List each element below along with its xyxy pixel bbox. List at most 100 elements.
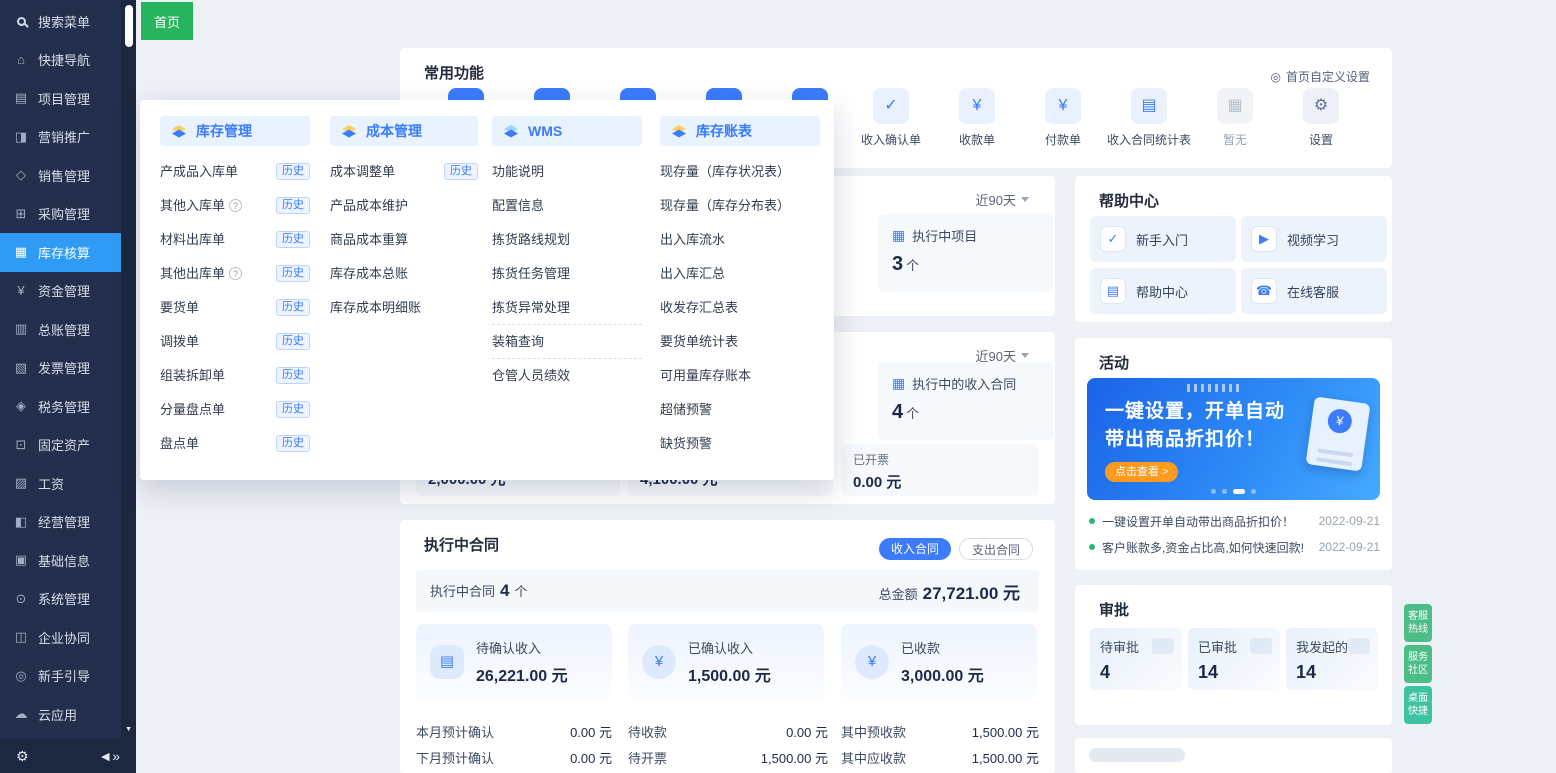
app-payment[interactable]: ¥ 付款单 bbox=[1018, 88, 1108, 148]
menu-item[interactable]: 要货单统计表 bbox=[660, 325, 820, 359]
confirmed-income-card[interactable]: ¥ 已确认收入1,500.00 元 bbox=[628, 624, 824, 700]
service-hotline-button[interactable]: 客服热线 bbox=[1404, 604, 1432, 642]
scrollbar-down-icon[interactable]: ▼ bbox=[125, 726, 132, 733]
history-badge[interactable]: 历史 bbox=[276, 197, 310, 214]
gear-icon[interactable]: ⚙ bbox=[16, 748, 29, 765]
carousel-dot[interactable] bbox=[1251, 489, 1256, 494]
menu-item[interactable]: 盘点单历史 bbox=[160, 427, 310, 461]
sidebar-item-sales[interactable]: ◇ 销售管理 bbox=[0, 156, 121, 195]
help-item-online-service[interactable]: ☎ 在线客服 bbox=[1241, 268, 1387, 314]
history-badge[interactable]: 历史 bbox=[276, 401, 310, 418]
carousel-dot[interactable] bbox=[1211, 489, 1216, 494]
sidebar-item-assets[interactable]: ⊡ 固定资产 bbox=[0, 426, 121, 465]
carousel-dot-active[interactable] bbox=[1233, 489, 1245, 494]
sidebar-item-invoice[interactable]: ▧ 发票管理 bbox=[0, 349, 121, 388]
menu-group-wms[interactable]: WMS bbox=[492, 116, 642, 146]
sidebar-item-quicknav[interactable]: ⌂ 快捷导航 bbox=[0, 41, 121, 80]
service-community-button[interactable]: 服务社区 bbox=[1404, 645, 1432, 683]
running-projects-stat[interactable]: ▦ 执行中项目 3个 bbox=[878, 214, 1054, 292]
running-income-contracts-stat[interactable]: ▦ 执行中的收入合同 4个 bbox=[878, 362, 1054, 440]
news-item[interactable]: 一键设置开单自动带出商品折扣价！ 2022-09-21 bbox=[1089, 512, 1380, 530]
menu-item[interactable]: 收发存汇总表 bbox=[660, 291, 820, 325]
carousel-dot[interactable] bbox=[1222, 489, 1227, 494]
tab-income-contract[interactable]: 收入合同 bbox=[879, 538, 951, 560]
menu-item[interactable]: 装箱查询 bbox=[492, 325, 642, 359]
app-income-confirm[interactable]: ✓ 收入确认单 bbox=[846, 88, 936, 148]
sidebar-item-guide[interactable]: ◎ 新手引导 bbox=[0, 657, 121, 696]
help-icon[interactable]: ? bbox=[229, 267, 242, 280]
menu-item[interactable]: 成本调整单历史 bbox=[330, 155, 478, 189]
history-badge[interactable]: 历史 bbox=[276, 367, 310, 384]
sidebar-scrollbar[interactable]: ▼ bbox=[121, 0, 136, 773]
tab-expense-contract[interactable]: 支出合同 bbox=[959, 538, 1033, 560]
menu-item[interactable]: 产品成本维护 bbox=[330, 189, 478, 223]
sidebar-item-search[interactable]: 搜索菜单 bbox=[0, 2, 121, 41]
banner-cta-button[interactable]: 点击查看 > bbox=[1105, 462, 1178, 482]
menu-item[interactable]: 库存成本总账 bbox=[330, 257, 478, 291]
help-item-video-learning[interactable]: ▶ 视频学习 bbox=[1241, 216, 1387, 262]
news-item[interactable]: 客户账款多,资金占比高,如何快速回款! 2022-09-21 bbox=[1089, 538, 1380, 556]
menu-item[interactable]: 要货单历史 bbox=[160, 291, 310, 325]
sidebar-item-basicinfo[interactable]: ▣ 基础信息 bbox=[0, 541, 121, 580]
speaker-icon[interactable]: ◄» bbox=[98, 748, 120, 764]
menu-item[interactable]: 库存成本明细账 bbox=[330, 291, 478, 325]
menu-item[interactable]: 商品成本重算 bbox=[330, 223, 478, 257]
pending-income-card[interactable]: ▤ 待确认收入26,221.00 元 bbox=[416, 624, 612, 700]
range-select-projects[interactable]: 近90天 bbox=[976, 190, 1029, 209]
menu-item[interactable]: 现存量（库存状况表） bbox=[660, 155, 820, 189]
initiated-by-me-card[interactable]: 我发起的 14 bbox=[1286, 628, 1378, 690]
menu-item[interactable]: 出入库汇总 bbox=[660, 257, 820, 291]
help-item-help-center[interactable]: ▤ 帮助中心 bbox=[1090, 268, 1236, 314]
menu-item[interactable]: 功能说明 bbox=[492, 155, 642, 189]
menu-item[interactable]: 材料出库单历史 bbox=[160, 223, 310, 257]
sidebar-item-tax[interactable]: ◈ 税务管理 bbox=[0, 387, 121, 426]
menu-item[interactable]: 拣货异常处理 bbox=[492, 291, 642, 325]
sidebar-item-ledger[interactable]: ▥ 总账管理 bbox=[0, 310, 121, 349]
tab-home[interactable]: 首页 bbox=[141, 2, 193, 40]
homepage-customize-button[interactable]: ◎ 首页自定义设置 bbox=[1271, 68, 1371, 85]
menu-item[interactable]: 其他入库单?历史 bbox=[160, 189, 310, 223]
sidebar-item-payroll[interactable]: ▨ 工资 bbox=[0, 464, 121, 503]
menu-group-reports[interactable]: 库存账表 bbox=[660, 116, 820, 146]
app-receipt[interactable]: ¥ 收款单 bbox=[932, 88, 1022, 148]
history-badge[interactable]: 历史 bbox=[276, 333, 310, 350]
sidebar-item-marketing[interactable]: ◨ 营销推广 bbox=[0, 118, 121, 157]
sidebar-item-collab[interactable]: ◫ 企业协同 bbox=[0, 618, 121, 657]
sidebar-item-inventory[interactable]: ▦ 库存核算 bbox=[0, 233, 121, 272]
history-badge[interactable]: 历史 bbox=[276, 265, 310, 282]
scrollbar-thumb[interactable] bbox=[125, 5, 133, 47]
sidebar-item-cloud[interactable]: ☁ 云应用 bbox=[0, 695, 121, 734]
app-contract-report[interactable]: ▤ 收入合同统计表 bbox=[1104, 88, 1194, 148]
history-badge[interactable]: 历史 bbox=[276, 163, 310, 180]
menu-item[interactable]: 出入库流水 bbox=[660, 223, 820, 257]
history-badge[interactable]: 历史 bbox=[276, 435, 310, 452]
help-item-getting-started[interactable]: ✓ 新手入门 bbox=[1090, 216, 1236, 262]
menu-item[interactable]: 产成品入库单历史 bbox=[160, 155, 310, 189]
menu-group-inventory[interactable]: 库存管理 bbox=[160, 116, 310, 146]
history-badge[interactable]: 历史 bbox=[276, 231, 310, 248]
menu-item[interactable]: 组装拆卸单历史 bbox=[160, 359, 310, 393]
sidebar-item-operation[interactable]: ◧ 经营管理 bbox=[0, 503, 121, 542]
menu-item[interactable]: 拣货任务管理 bbox=[492, 257, 642, 291]
sidebar-item-system[interactable]: ⊙ 系统管理 bbox=[0, 580, 121, 619]
menu-item[interactable]: 超储预警 bbox=[660, 393, 820, 427]
promo-banner[interactable]: 一键设置，开单自动 带出商品折扣价！ 点击查看 > bbox=[1087, 378, 1380, 500]
pending-approval-card[interactable]: 待审批 4 bbox=[1090, 628, 1182, 690]
desktop-shortcut-button[interactable]: 桌面快捷 bbox=[1404, 686, 1432, 724]
approved-card[interactable]: 已审批 14 bbox=[1188, 628, 1280, 690]
sidebar-item-purchase[interactable]: ⊞ 采购管理 bbox=[0, 195, 121, 234]
menu-item[interactable]: 分量盘点单历史 bbox=[160, 393, 310, 427]
history-badge[interactable]: 历史 bbox=[276, 299, 310, 316]
menu-item[interactable]: 其他出库单?历史 bbox=[160, 257, 310, 291]
menu-group-cost[interactable]: 成本管理 bbox=[330, 116, 478, 146]
sidebar-item-project[interactable]: ▤ 项目管理 bbox=[0, 79, 121, 118]
app-settings[interactable]: ⚙ 设置 bbox=[1276, 88, 1366, 148]
menu-item[interactable]: 现存量（库存分布表） bbox=[660, 189, 820, 223]
menu-item[interactable]: 可用量库存账本 bbox=[660, 359, 820, 393]
history-badge[interactable]: 历史 bbox=[444, 163, 478, 180]
menu-item[interactable]: 拣货路线规划 bbox=[492, 223, 642, 257]
menu-item[interactable]: 缺货预警 bbox=[660, 427, 820, 461]
help-icon[interactable]: ? bbox=[229, 199, 242, 212]
menu-item[interactable]: 配置信息 bbox=[492, 189, 642, 223]
received-payment-card[interactable]: ¥ 已收款3,000.00 元 bbox=[841, 624, 1037, 700]
